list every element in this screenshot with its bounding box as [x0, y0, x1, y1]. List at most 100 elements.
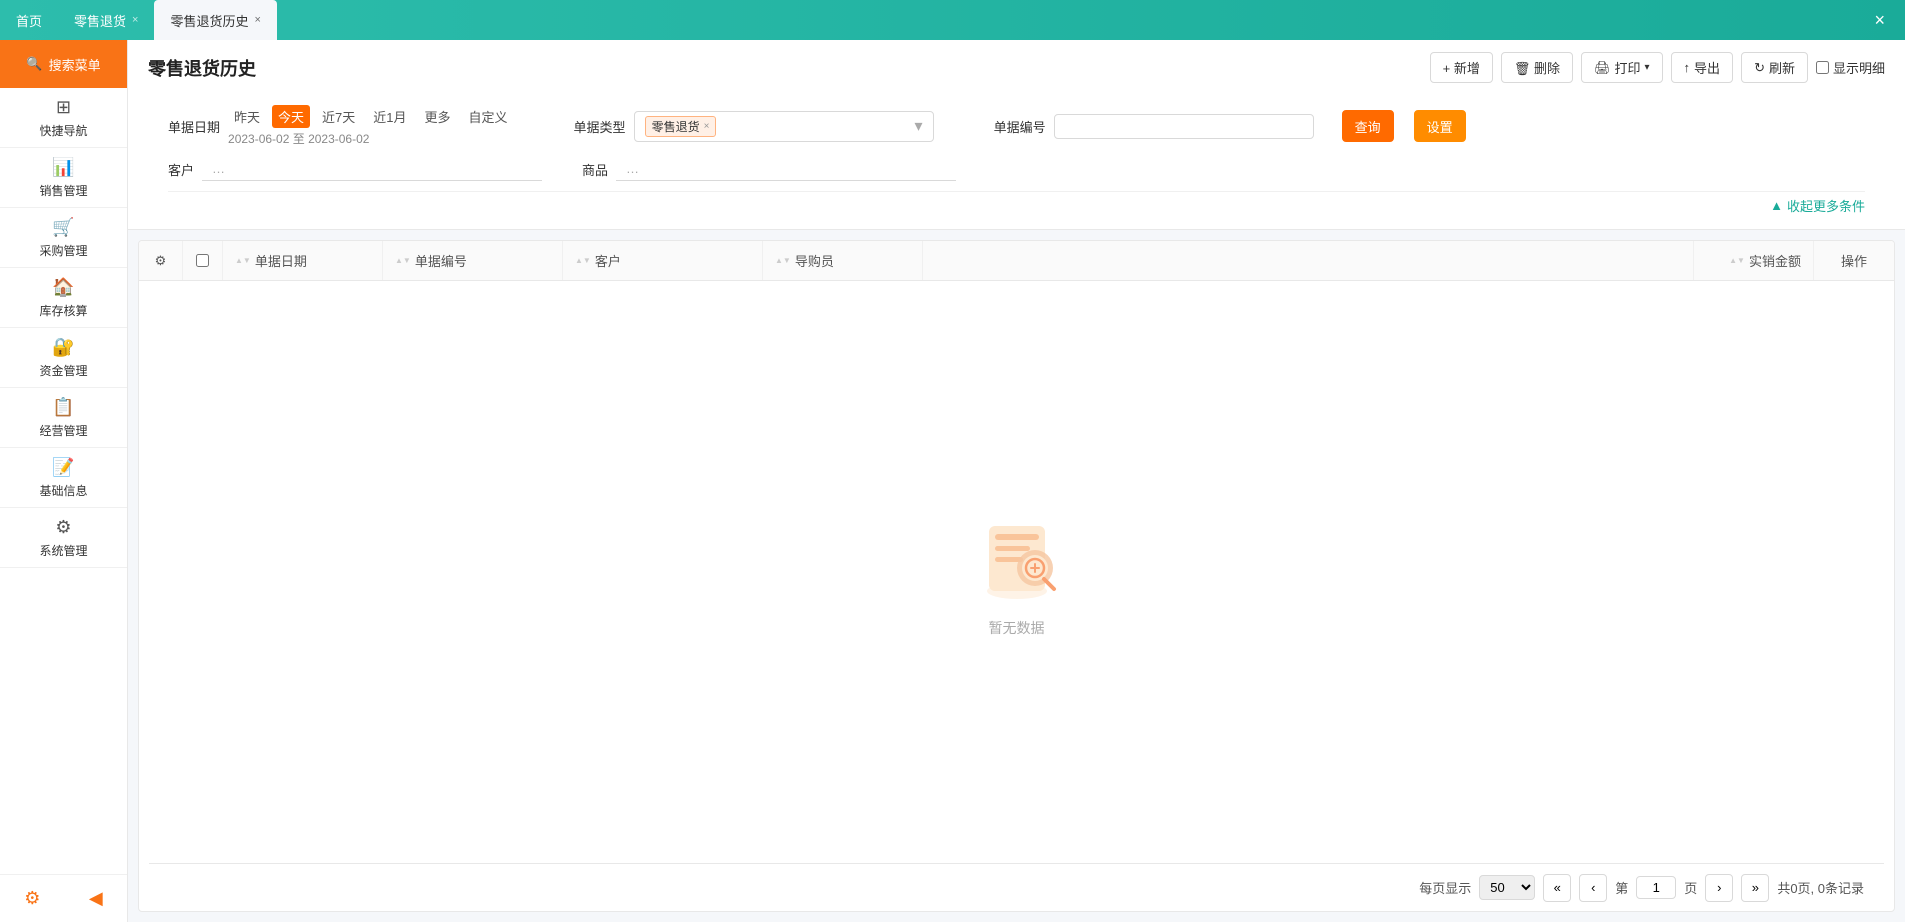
- date-last1m-button[interactable]: 近1月: [367, 105, 412, 128]
- export-button[interactable]: ↑ 导出: [1671, 52, 1734, 83]
- tab-return[interactable]: 零售退货×: [58, 0, 154, 40]
- th-num-label: 单据编号: [415, 251, 467, 270]
- column-settings-icon[interactable]: ⚙: [155, 253, 167, 269]
- delete-button[interactable]: 🗑 删除: [1501, 52, 1573, 83]
- date-range-text: 2023-06-02 至 2023-06-02: [228, 130, 514, 147]
- purchase-mgmt-icon: 🛒: [52, 217, 74, 238]
- tab-list: 首页零售退货×零售退货历史×: [0, 0, 1866, 40]
- th-op: 操作: [1814, 241, 1894, 280]
- page-number-input[interactable]: [1636, 876, 1676, 899]
- sidebar-item-system[interactable]: ⚙ 系统管理: [0, 508, 127, 568]
- goods-filter-input[interactable]: [616, 157, 956, 181]
- th-customer-label: 客户: [595, 251, 621, 270]
- data-table: ⚙ ▲▼ 单据日期 ▲▼ 单据编号 ▲▼ 客户 ▲▼: [138, 240, 1895, 912]
- sidebar-bottom: ⚙ ◀: [0, 874, 127, 922]
- sidebar-item-label-system: 系统管理: [39, 542, 87, 559]
- last-page-button[interactable]: »: [1741, 874, 1769, 902]
- type-filter-select[interactable]: 零售退货 × ▾: [634, 111, 934, 142]
- date-more-button[interactable]: 更多: [419, 105, 457, 128]
- toolbar-buttons: + 新增 🗑 删除 🖨 打印 ▾ ↑ 导出 ↻ 刷新: [1430, 52, 1885, 83]
- show-detail-checkbox-label[interactable]: 显示明细: [1816, 58, 1885, 77]
- page-prefix-label: 第: [1615, 878, 1628, 897]
- type-tag-remove[interactable]: ×: [704, 121, 710, 132]
- next-page-button[interactable]: ›: [1705, 874, 1733, 902]
- refresh-button[interactable]: ↻ 刷新: [1741, 52, 1808, 83]
- type-filter-label: 单据类型: [574, 117, 626, 136]
- type-filter-chevron-icon: ▾: [915, 116, 923, 136]
- th-num-sort-icon[interactable]: ▲▼: [395, 257, 411, 265]
- sidebar-item-inventory[interactable]: 🏠 库存核算: [0, 268, 127, 328]
- filter-settings-button[interactable]: 设置: [1414, 110, 1466, 142]
- sidebar-item-sales-mgmt[interactable]: 📊销售管理: [0, 148, 127, 208]
- inventory-icon: 🏠: [52, 277, 74, 298]
- per-page-select[interactable]: 50 10 20 100: [1479, 875, 1535, 900]
- date-last7-button[interactable]: 近7天: [316, 105, 361, 128]
- th-customer: ▲▼ 客户: [563, 241, 763, 280]
- date-yesterday-button[interactable]: 昨天: [228, 105, 266, 128]
- quick-nav-icon: ⊞: [56, 97, 71, 118]
- th-customer-sort-icon[interactable]: ▲▼: [575, 257, 591, 265]
- print-label: 打印: [1615, 58, 1641, 77]
- sidebar-item-finance[interactable]: 🔐资金管理: [0, 328, 127, 388]
- first-page-button[interactable]: «: [1543, 874, 1571, 902]
- window-close-button[interactable]: ×: [1866, 6, 1893, 35]
- pagination: 每页显示 50 10 20 100 « ‹ 第 页 › » 共0页, 0条记录: [149, 863, 1884, 911]
- collapse-button[interactable]: ▲ 收起更多条件: [1770, 196, 1865, 215]
- sidebar-item-purchase-mgmt[interactable]: 🛒 采购管理: [0, 208, 127, 268]
- num-filter-input[interactable]: [1054, 114, 1314, 139]
- show-detail-label: 显示明细: [1833, 58, 1885, 77]
- sidebar-item-label-operations: 经营管理: [39, 422, 87, 439]
- page-header: 零售退货历史 + 新增 🗑 删除 🖨 打印 ▾ ↑ 导出 ↻: [128, 40, 1905, 230]
- type-filter-item: 单据类型 零售退货 × ▾: [574, 111, 934, 142]
- sidebar-item-label-sales-mgmt: 销售管理: [39, 182, 87, 199]
- customer-filter-input[interactable]: [202, 157, 542, 181]
- goods-filter-item: 商品: [582, 157, 956, 181]
- sidebar-item-quick-nav[interactable]: ⊞快捷导航: [0, 88, 127, 148]
- date-filter-label: 单据日期: [168, 117, 220, 136]
- tab-return-history[interactable]: 零售退货历史×: [154, 0, 276, 40]
- sidebar-settings-button[interactable]: ⚙: [24, 888, 40, 909]
- add-button[interactable]: + 新增: [1430, 52, 1493, 83]
- customer-filter-label: 客户: [168, 160, 194, 179]
- sidebar-item-operations[interactable]: 📋经营管理: [0, 388, 127, 448]
- customer-filter-item: 客户: [168, 157, 542, 181]
- sidebar-search-button[interactable]: 🔍 搜索菜单: [0, 40, 127, 88]
- top-bar-right: ×: [1866, 6, 1905, 35]
- th-check[interactable]: [183, 241, 223, 280]
- th-settings[interactable]: ⚙: [139, 241, 183, 280]
- filter-row-1: 单据日期 昨天 今天 近7天 近1月 更多 自定义 2023-06-02 至 2…: [168, 105, 1865, 147]
- table-header: ⚙ ▲▼ 单据日期 ▲▼ 单据编号 ▲▼ 客户 ▲▼: [139, 241, 1894, 281]
- collapse-row: ▲ 收起更多条件: [168, 191, 1865, 219]
- print-button[interactable]: 🖨 打印 ▾: [1581, 52, 1663, 83]
- th-date-sort-icon[interactable]: ▲▼: [235, 257, 251, 265]
- sidebar-item-basic-info[interactable]: 📝基础信息: [0, 448, 127, 508]
- th-amount-sort-icon[interactable]: ▲▼: [1729, 257, 1745, 265]
- export-label: 导出: [1694, 58, 1720, 77]
- sidebar-item-label-basic-info: 基础信息: [39, 482, 87, 499]
- page-title-row: 零售退货历史 + 新增 🗑 删除 🖨 打印 ▾ ↑ 导出 ↻: [148, 52, 1885, 83]
- tab-close-return[interactable]: ×: [132, 14, 138, 26]
- prev-page-button[interactable]: ‹: [1579, 874, 1607, 902]
- select-all-checkbox[interactable]: [196, 254, 209, 267]
- date-filter-group: 昨天 今天 近7天 近1月 更多 自定义 2023-06-02 至 2023-0…: [228, 105, 514, 147]
- sidebar-search-label: 搜索菜单: [49, 55, 101, 74]
- sidebar-item-label-purchase-mgmt: 采购管理: [39, 242, 87, 259]
- sidebar-item-label-finance: 资金管理: [39, 362, 87, 379]
- show-detail-checkbox[interactable]: [1816, 61, 1829, 74]
- system-icon: ⚙: [55, 517, 71, 538]
- th-guide-sort-icon[interactable]: ▲▼: [775, 257, 791, 265]
- filter-row-2: 客户 商品: [168, 157, 1865, 181]
- collapse-icon: ▲: [1770, 198, 1783, 213]
- date-custom-button[interactable]: 自定义: [463, 105, 514, 128]
- th-date: ▲▼ 单据日期: [223, 241, 383, 280]
- filter-area: 单据日期 昨天 今天 近7天 近1月 更多 自定义 2023-06-02 至 2…: [148, 95, 1885, 229]
- query-button[interactable]: 查询: [1342, 110, 1394, 142]
- date-today-button[interactable]: 今天: [272, 105, 310, 128]
- empty-text: 暂无数据: [989, 618, 1045, 638]
- num-filter-label: 单据编号: [994, 117, 1046, 136]
- print-chevron-icon: ▾: [1645, 62, 1650, 73]
- tab-close-return-history[interactable]: ×: [254, 14, 260, 26]
- sidebar-item-label-inventory: 库存核算: [39, 302, 87, 319]
- tab-home[interactable]: 首页: [0, 0, 58, 40]
- sidebar-collapse-button[interactable]: ◀: [89, 888, 103, 909]
